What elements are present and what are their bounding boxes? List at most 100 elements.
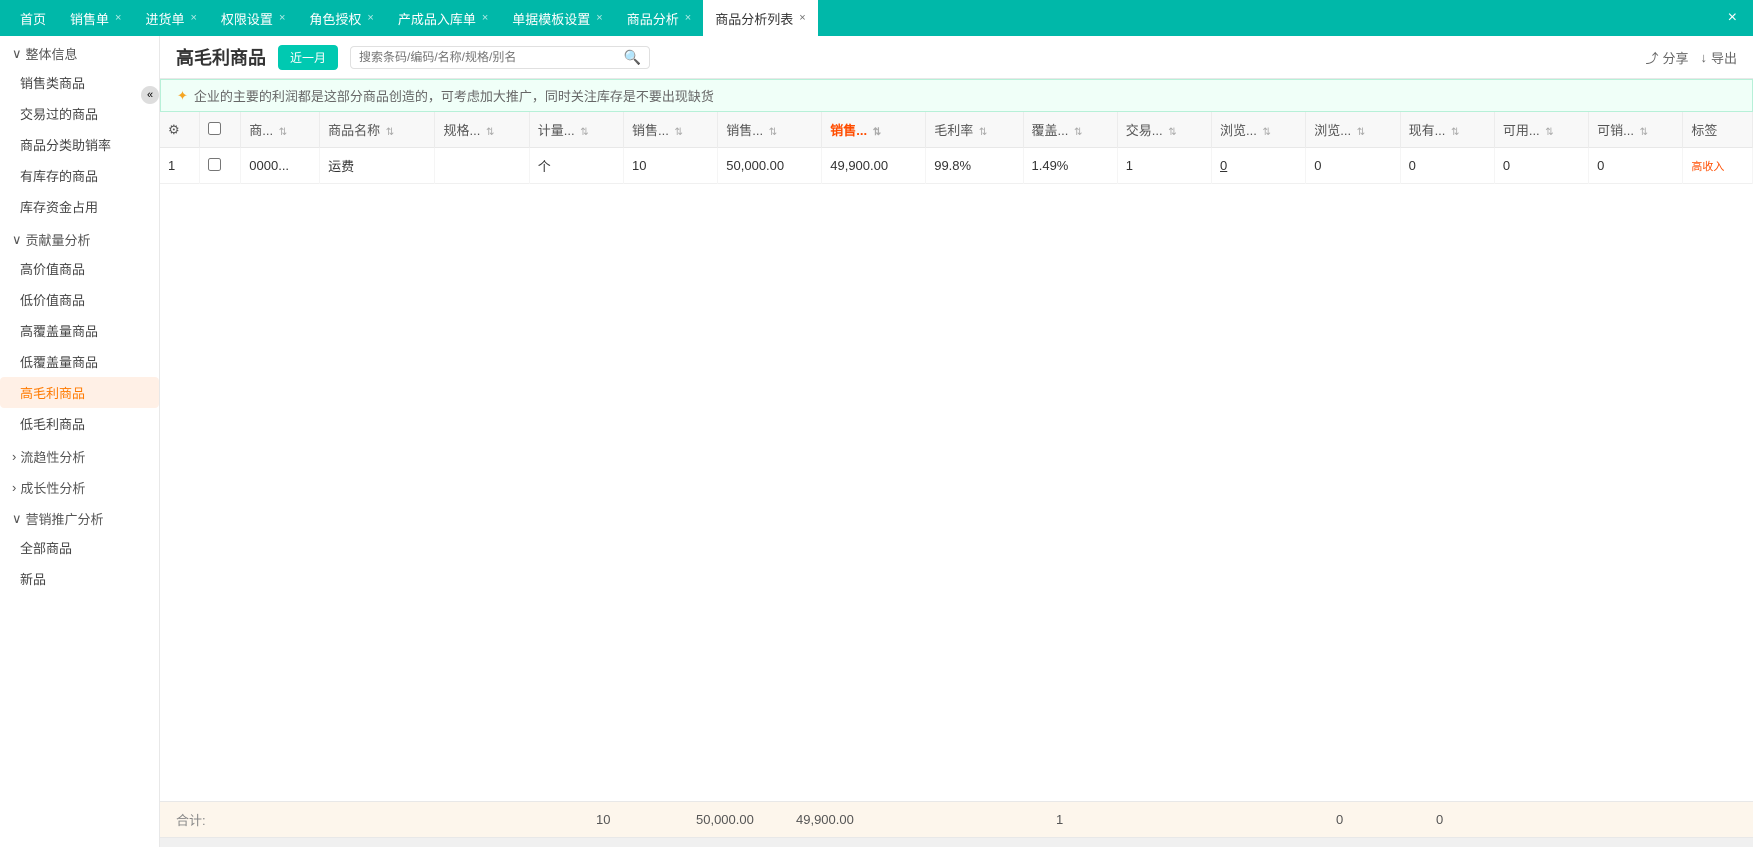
search-input[interactable] <box>359 50 624 64</box>
col-unit[interactable]: 计量... ⇅ <box>529 112 623 148</box>
select-all-checkbox[interactable] <box>208 122 221 135</box>
sidebar-item-all-goods[interactable]: 全部商品 <box>0 532 159 563</box>
nav-tab-purchase[interactable]: 进货单 × <box>133 0 208 36</box>
nav-tab-template-close[interactable]: × <box>596 12 602 24</box>
nav-tab-analysis-close[interactable]: × <box>685 12 691 24</box>
sidebar-item-stock-capital[interactable]: 库存资金占用 <box>0 191 159 222</box>
col-sellable[interactable]: 可销... ⇅ <box>1589 112 1683 148</box>
nav-tab-sales-label: 销售单 <box>70 9 109 28</box>
cell-browse1[interactable]: 0 <box>1212 148 1306 184</box>
row-checkbox[interactable] <box>208 158 221 171</box>
col-available[interactable]: 可用... ⇅ <box>1494 112 1588 148</box>
tag-label: 高收入 <box>1691 161 1724 173</box>
col-sellable-sort-icon: ⇅ <box>1640 127 1648 138</box>
nav-tab-template-label: 单据模板设置 <box>512 9 590 28</box>
sidebar-item-traded-goods[interactable]: 交易过的商品 <box>0 98 159 129</box>
col-code[interactable]: 商... ⇅ <box>241 112 320 148</box>
cell-sales-profit: 49,900.00 <box>822 148 926 184</box>
col-gross-margin[interactable]: 毛利率 ⇅ <box>926 112 1023 148</box>
share-button[interactable]: ⤴ 分享 <box>1645 48 1688 67</box>
cell-name[interactable]: 运费 <box>320 148 435 184</box>
content-area: 高毛利商品 近一月 🔍 ⤴ 分享 ↓ 导出 ✦ 企业的主要的利润都是这部分商品创… <box>160 36 1753 847</box>
nav-tab-product-in[interactable]: 产成品入库单 × <box>386 0 500 36</box>
sidebar-section-growth[interactable]: › 成长性分析 <box>0 470 159 501</box>
col-sales-amount[interactable]: 销售... ⇅ <box>718 112 822 148</box>
nav-tab-sales-close[interactable]: × <box>115 12 121 24</box>
col-transactions-sort-icon: ⇅ <box>1168 127 1176 138</box>
sidebar-item-high-margin[interactable]: 高毛利商品 <box>0 377 159 408</box>
col-sales-profit[interactable]: 销售... ⇅ <box>822 112 926 148</box>
col-browse1[interactable]: 浏览... ⇅ <box>1212 112 1306 148</box>
page-title: 高毛利商品 <box>176 44 266 70</box>
col-code-sort-icon: ⇅ <box>279 127 287 138</box>
sidebar-item-stock-goods[interactable]: 有库存的商品 <box>0 160 159 191</box>
col-tag: 标签 <box>1683 112 1753 148</box>
close-all-button[interactable]: × <box>1720 9 1745 27</box>
nav-tab-permission-close[interactable]: × <box>279 12 285 24</box>
sidebar-section-trend-label: 流趋性分析 <box>20 447 85 466</box>
col-browse2-sort-icon: ⇅ <box>1357 127 1365 138</box>
cell-code[interactable]: 0000... <box>241 148 320 184</box>
sidebar-item-new-goods[interactable]: 新品 <box>0 563 159 594</box>
col-coverage[interactable]: 覆盖... ⇅ <box>1023 112 1117 148</box>
col-sales-amount-sort-icon: ⇅ <box>769 127 777 138</box>
footer-sales-amount: 50,000.00 <box>696 812 776 827</box>
col-browse2[interactable]: 浏览... ⇅ <box>1306 112 1400 148</box>
nav-tab-analysis-list[interactable]: 商品分析列表 × <box>703 0 817 36</box>
nav-tab-role-close[interactable]: × <box>367 12 373 24</box>
sidebar-item-high-coverage[interactable]: 高覆盖量商品 <box>0 315 159 346</box>
table-header-row: ⚙ 商... ⇅ 商品名称 ⇅ <box>160 112 1753 148</box>
sidebar-item-low-value[interactable]: 低价值商品 <box>0 284 159 315</box>
sidebar-section-overall[interactable]: ∨ 整体信息 <box>0 36 159 67</box>
col-seq: ⚙ <box>160 112 199 148</box>
col-coverage-sort-icon: ⇅ <box>1074 127 1082 138</box>
nav-tab-home-label: 首页 <box>20 9 46 28</box>
nav-tab-analysis[interactable]: 商品分析 × <box>615 0 703 36</box>
sidebar-section-marketing-arrow: ∨ <box>12 511 22 527</box>
cell-seq: 1 <box>160 148 199 184</box>
col-transactions[interactable]: 交易... ⇅ <box>1117 112 1211 148</box>
nav-tab-product-in-close[interactable]: × <box>482 12 488 24</box>
sidebar-section-trend-arrow: › <box>12 449 16 464</box>
cell-current-stock: 0 <box>1400 148 1494 184</box>
nav-tab-home[interactable]: 首页 <box>8 0 58 36</box>
col-name[interactable]: 商品名称 ⇅ <box>320 112 435 148</box>
footer-label: 合计: <box>176 810 216 829</box>
nav-tab-permission[interactable]: 权限设置 × <box>209 0 297 36</box>
sidebar-section-marketing[interactable]: ∨ 营销推广分析 <box>0 501 159 532</box>
nav-tab-role[interactable]: 角色授权 × <box>297 0 385 36</box>
settings-icon[interactable]: ⚙ <box>168 122 180 137</box>
header-actions: ⤴ 分享 ↓ 导出 <box>1645 48 1737 67</box>
nav-tab-analysis-list-close[interactable]: × <box>799 12 805 24</box>
col-sales-qty-sort-icon: ⇅ <box>674 127 682 138</box>
col-sales-qty[interactable]: 销售... ⇅ <box>624 112 718 148</box>
cell-tag: 高收入 <box>1683 148 1753 184</box>
col-spec[interactable]: 规格... ⇅ <box>435 112 529 148</box>
sidebar-section-overall-label: 整体信息 <box>26 44 78 63</box>
filter-recent-month-button[interactable]: 近一月 <box>278 45 338 70</box>
nav-tab-template[interactable]: 单据模板设置 × <box>500 0 614 36</box>
col-sales-profit-sort-icon: ⇅ <box>873 127 881 138</box>
table-row: 1 0000... 运费 个 10 50,000.00 49,900.00 99… <box>160 148 1753 184</box>
col-available-sort-icon: ⇅ <box>1545 127 1553 138</box>
nav-tab-sales[interactable]: 销售单 × <box>58 0 133 36</box>
cell-transactions: 1 <box>1117 148 1211 184</box>
content-header: 高毛利商品 近一月 🔍 ⤴ 分享 ↓ 导出 <box>160 36 1753 79</box>
sidebar-section-trend[interactable]: › 流趋性分析 <box>0 439 159 470</box>
nav-tab-purchase-close[interactable]: × <box>190 12 196 24</box>
bottom-scrollbar[interactable] <box>160 837 1753 847</box>
col-current-stock[interactable]: 现有... ⇅ <box>1400 112 1494 148</box>
browse1-link[interactable]: 0 <box>1220 158 1227 173</box>
export-button[interactable]: ↓ 导出 <box>1700 48 1737 67</box>
footer-current-stock: 0 <box>1336 812 1416 827</box>
sidebar-item-high-value[interactable]: 高价值商品 <box>0 253 159 284</box>
sidebar-item-sales-goods[interactable]: 销售类商品 <box>0 67 159 98</box>
sidebar: « ∨ 整体信息 销售类商品 交易过的商品 商品分类助销率 有库存的商品 库存资… <box>0 36 160 847</box>
footer-sales-profit: 49,900.00 <box>796 812 876 827</box>
sidebar-item-low-margin[interactable]: 低毛利商品 <box>0 408 159 439</box>
sidebar-section-contribution[interactable]: ∨ 贡献量分析 <box>0 222 159 253</box>
sidebar-item-category-rate[interactable]: 商品分类助销率 <box>0 129 159 160</box>
search-icon[interactable]: 🔍 <box>624 49 641 66</box>
sidebar-item-low-coverage[interactable]: 低覆盖量商品 <box>0 346 159 377</box>
sidebar-collapse-button[interactable]: « <box>141 86 159 104</box>
